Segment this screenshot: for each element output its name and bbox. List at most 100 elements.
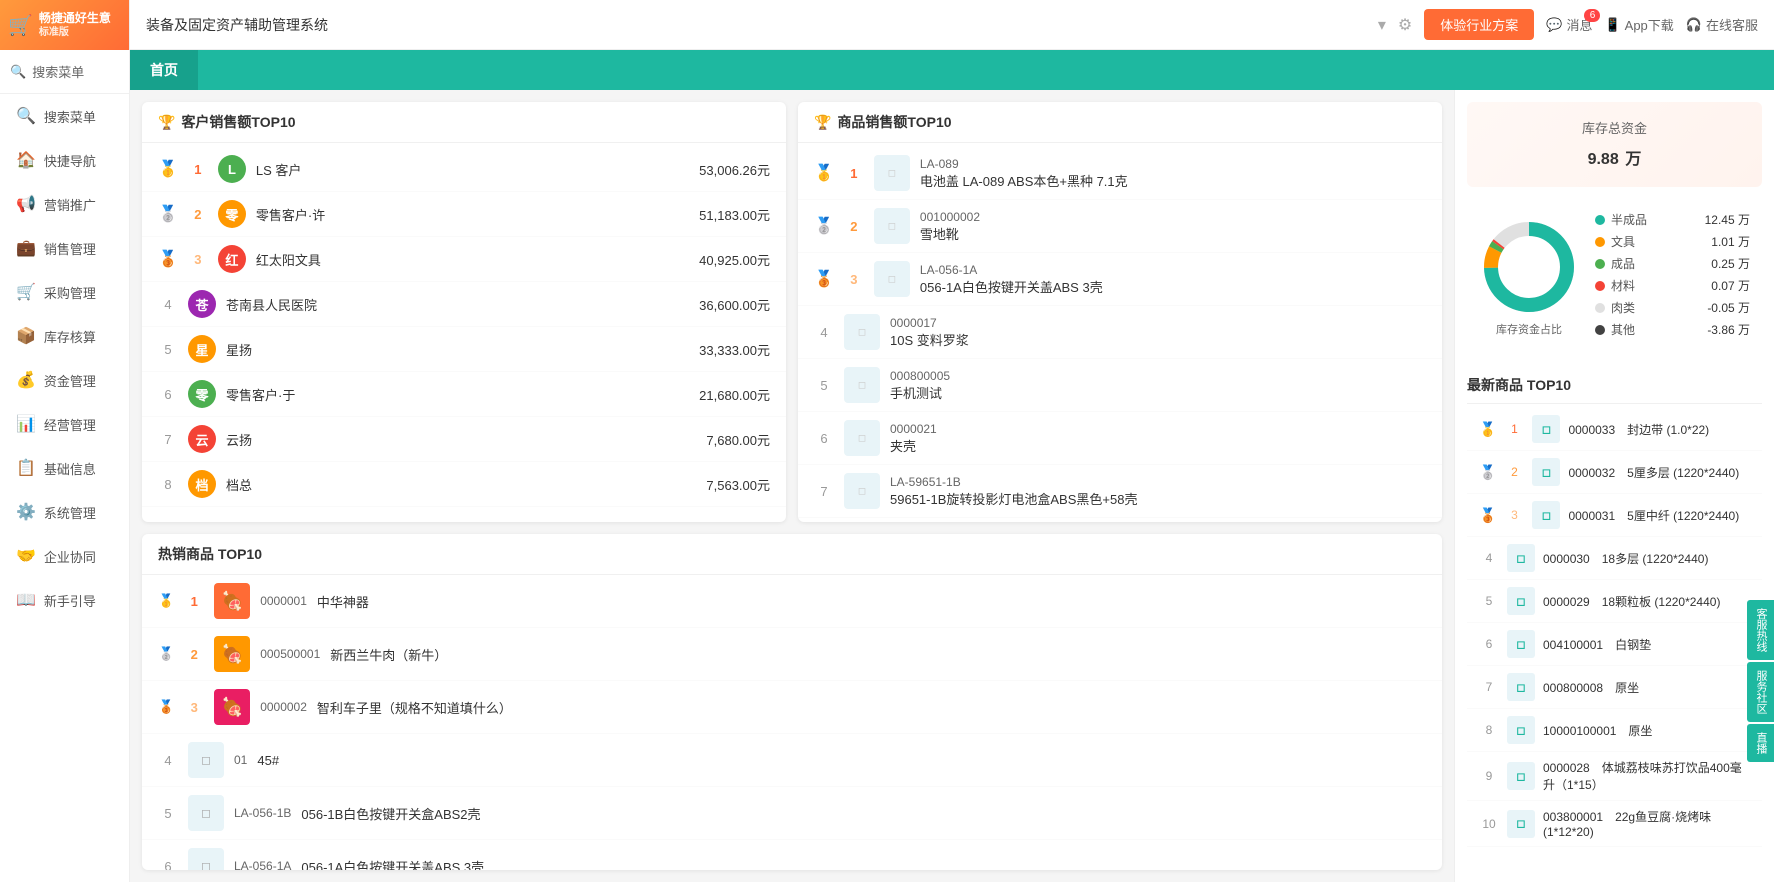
- rank-number: 4: [158, 753, 178, 768]
- rank-number: 4: [158, 297, 178, 312]
- list-item: 5 ◻ LA-056-1B 056-1B白色按键开关盒ABS2壳: [142, 787, 1442, 840]
- list-item: 5 ◻ 0000029 18颗粒板 (1220*2440): [1467, 580, 1762, 623]
- trophy-icon: 🏆: [158, 114, 175, 131]
- hot-products-title: 热销商品 TOP10: [158, 544, 262, 564]
- rank-name: 档总: [226, 475, 696, 494]
- nav-icon-10: 🤝: [16, 546, 36, 566]
- table-row: 🥈 2 ◻ 001000002 雪地靴: [798, 200, 1442, 253]
- logo-subtitle: 标准版: [39, 26, 111, 39]
- rank-avatar: 红: [218, 245, 246, 273]
- nav-icon-0: 🔍: [16, 106, 36, 126]
- sidebar-item-4[interactable]: 🛒采购管理: [0, 270, 129, 314]
- rank-amount: 21,680.00元: [699, 385, 770, 404]
- trial-button[interactable]: 体验行业方案: [1424, 9, 1534, 40]
- rank-number: 7: [1479, 680, 1499, 694]
- product-code: 0000001: [260, 594, 307, 608]
- product-code: LA-089: [920, 157, 1128, 171]
- rank-number: 1: [184, 594, 204, 609]
- product-img: ◻: [188, 742, 224, 778]
- rank-number: 2: [184, 647, 204, 662]
- rank-avatar: 档: [188, 470, 216, 498]
- phone-icon: 📱: [1604, 17, 1620, 33]
- trophy2-icon: 🏆: [814, 114, 831, 131]
- list-item: 🥇 1 ◻ 0000033 封边带 (1.0*22): [1467, 408, 1762, 451]
- sidebar-item-0[interactable]: 🔍搜索菜单: [0, 94, 129, 138]
- nav-icon-2: 📢: [16, 194, 36, 214]
- list-item: 9 ◻ 0000028 体城荔枝味苏打饮品400毫升（1*15）: [1467, 752, 1762, 801]
- content-area: 🏆 客户销售额TOP10 🥇 1 L LS 客户 53,006.26元 🥈 2 …: [130, 90, 1774, 882]
- sidebar-item-11[interactable]: 📖新手引导: [0, 578, 129, 622]
- legend-name: 半成品: [1611, 211, 1699, 228]
- table-row: 4 ◻ 0000017 10S 变料罗浆: [798, 306, 1442, 359]
- rank-number: 1: [844, 166, 864, 181]
- float-btn-hotline[interactable]: 客服热线: [1747, 600, 1774, 660]
- rank-number: 6: [158, 859, 178, 871]
- legend-dot: [1595, 281, 1605, 291]
- table-row: 6 ◻ 0000021 夹壳: [798, 412, 1442, 465]
- table-row: 🥉 3 ◻ LA-056-1A 056-1A白色按键开关盖ABS 3壳: [798, 253, 1442, 306]
- product-name: 电池盖 LA-089 ABS本色+黑种 7.1克: [920, 171, 1128, 190]
- rank-amount: 7,680.00元: [706, 430, 770, 449]
- newest-img: ◻: [1507, 587, 1535, 615]
- rank-number: 4: [1479, 551, 1499, 565]
- product-name: 056-1B白色按键开关盒ABS2壳: [301, 804, 480, 823]
- app-logo: 🛒 畅捷通好生意 标准版: [0, 0, 129, 50]
- search-menu-button[interactable]: 🔍 搜索菜单: [10, 58, 119, 85]
- legend-item: 其他 -3.86 万: [1595, 321, 1750, 338]
- list-item: 4 ◻ 01 45#: [142, 734, 1442, 787]
- dropdown-icon[interactable]: ▾: [1378, 15, 1386, 35]
- product-code: 0000017: [890, 316, 969, 330]
- topbar: 装备及固定资产辅助管理系统 ▾ ⚙ 体验行业方案 💬 消息 6 📱 App下载 …: [130, 0, 1774, 50]
- float-btn-live[interactable]: 直播: [1747, 724, 1774, 762]
- product-img: ◻: [874, 208, 910, 244]
- sidebar-item-1[interactable]: 🏠快捷导航: [0, 138, 129, 182]
- product-name: 手机测试: [890, 383, 950, 402]
- sidebar-item-3[interactable]: 💼销售管理: [0, 226, 129, 270]
- messages-badge: 6: [1584, 9, 1600, 22]
- customer-ranking-panel: 🏆 客户销售额TOP10 🥇 1 L LS 客户 53,006.26元 🥈 2 …: [142, 102, 786, 522]
- sidebar-item-2[interactable]: 📢营销推广: [0, 182, 129, 226]
- nav-icon-7: 📊: [16, 414, 36, 434]
- newest-products-section: 最新商品 TOP10 🥇 1 ◻ 0000033 封边带 (1.0*22) 🥈 …: [1467, 367, 1762, 847]
- sidebar-item-10[interactable]: 🤝企业协同: [0, 534, 129, 578]
- trophy-icon: 🥇: [158, 159, 178, 179]
- rank-number: 7: [158, 432, 178, 447]
- sidebar-item-9[interactable]: ⚙️系统管理: [0, 490, 129, 534]
- sidebar-item-6[interactable]: 💰资金管理: [0, 358, 129, 402]
- rank-name: 云扬: [226, 430, 696, 449]
- product-code: LA-59651-1B: [890, 475, 1137, 489]
- legend-item: 半成品 12.45 万: [1595, 211, 1750, 228]
- legend-value: 1.01 万: [1711, 233, 1750, 250]
- product-info: 0000030 18多层 (1220*2440): [1543, 550, 1750, 567]
- newest-products-title: 最新商品 TOP10: [1467, 375, 1571, 395]
- product-info: 10000100001 原坐: [1543, 722, 1750, 739]
- legend-item: 成品 0.25 万: [1595, 255, 1750, 272]
- product-img: ◻: [874, 155, 910, 191]
- rank-avatar: 零: [218, 200, 246, 228]
- list-item: 8 ◻ 10000100001 原坐: [1467, 709, 1762, 752]
- table-row: 4 苍 苍南县人民医院 36,600.00元: [142, 282, 786, 327]
- sidebar-item-5[interactable]: 📦库存核算: [0, 314, 129, 358]
- product-img: ◻: [188, 795, 224, 831]
- sidebar-item-8[interactable]: 📋基础信息: [0, 446, 129, 490]
- float-btn-community[interactable]: 服务社区: [1747, 662, 1774, 722]
- legend-dot: [1595, 303, 1605, 313]
- legend-item: 材料 0.07 万: [1595, 277, 1750, 294]
- sidebar-search-area[interactable]: 🔍 搜索菜单: [0, 50, 129, 94]
- list-item: 6 ◻ LA-056-1A 056-1A白色按键开关盖ABS 3壳: [142, 840, 1442, 870]
- table-row: 7 ◻ LA-59651-1B 59651-1B旋转投影灯电池盒ABS黑色+58…: [798, 465, 1442, 518]
- product-rank-list: 🥇 1 ◻ LA-089 电池盖 LA-089 ABS本色+黑种 7.1克 🥈 …: [798, 143, 1442, 522]
- product-info: 004100001 白钢垫: [1543, 636, 1750, 653]
- sidebar-item-7[interactable]: 📊经营管理: [0, 402, 129, 446]
- rank-avatar: 云: [188, 425, 216, 453]
- rank-avatar: 零: [188, 380, 216, 408]
- online-service-button[interactable]: 🎧 在线客服: [1686, 15, 1758, 34]
- newest-img: ◻: [1532, 501, 1560, 529]
- legend-value: -0.05 万: [1707, 299, 1750, 316]
- table-row: 🥇 1 L LS 客户 53,006.26元: [142, 147, 786, 192]
- settings-icon[interactable]: ⚙: [1398, 15, 1412, 35]
- app-download-button[interactable]: 📱 App下载: [1604, 15, 1673, 34]
- product-img: ◻: [844, 420, 880, 456]
- messages-button[interactable]: 💬 消息 6: [1546, 15, 1592, 34]
- tab-home[interactable]: 首页: [130, 50, 198, 90]
